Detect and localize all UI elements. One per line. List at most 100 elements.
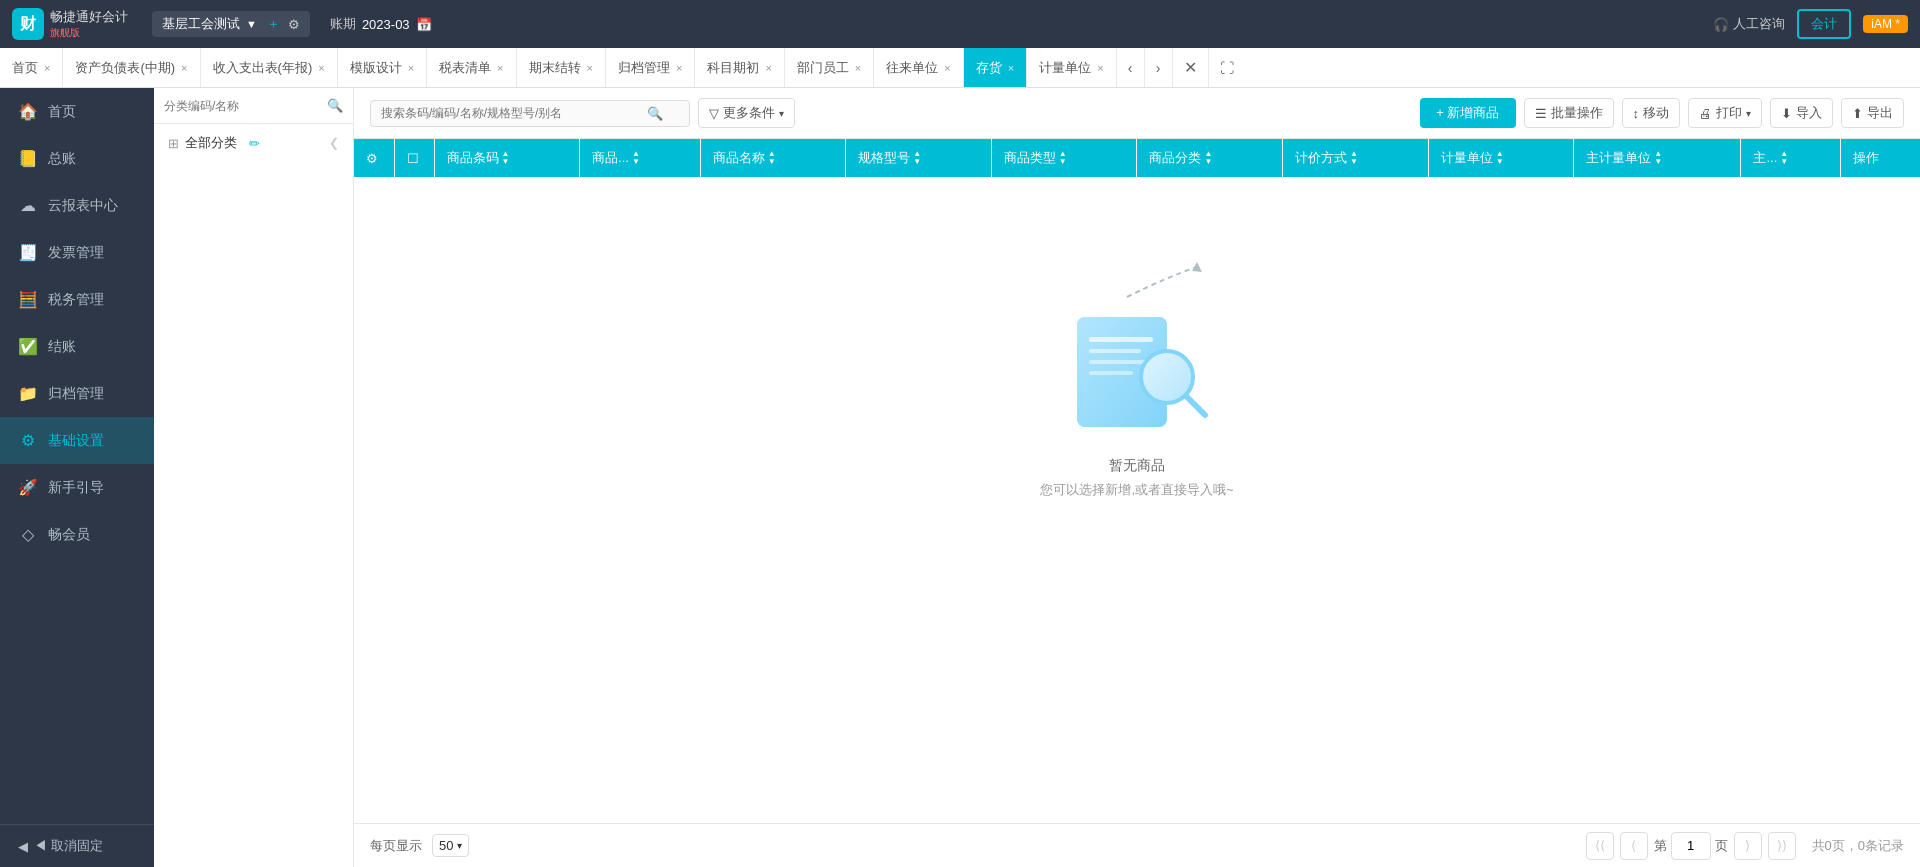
th-price-method[interactable]: 计价方式 ▲▼	[1283, 139, 1429, 177]
tab-close-tax[interactable]: ×	[497, 62, 503, 74]
page-next-btn[interactable]: ⟩	[1734, 832, 1762, 860]
tab-balance-sheet[interactable]: 资产负债表(中期) ×	[63, 48, 200, 87]
tab-close-period[interactable]: ×	[587, 62, 593, 74]
per-page-label: 每页显示	[370, 837, 422, 855]
sort-type[interactable]: ▲▼	[1059, 150, 1067, 166]
sidebar-item-archive[interactable]: 📁 归档管理	[0, 370, 154, 417]
tab-tax-list[interactable]: 税表清单 ×	[427, 48, 516, 87]
page-number-input[interactable]	[1671, 832, 1711, 860]
sort-price[interactable]: ▲▼	[1350, 150, 1358, 166]
print-btn[interactable]: 🖨 打印 ▾	[1688, 98, 1762, 128]
cloud-icon: ☁	[18, 196, 38, 215]
category-search-icon[interactable]: 🔍	[327, 98, 343, 113]
tab-period-transfer[interactable]: 期末结转 ×	[517, 48, 606, 87]
tab-close-inventory[interactable]: ×	[1008, 62, 1014, 74]
sidebar-item-ledger[interactable]: 📒 总账	[0, 135, 154, 182]
th-unit[interactable]: 计量单位 ▲▼	[1428, 139, 1574, 177]
tab-measure-unit[interactable]: 计量单位 ×	[1027, 48, 1116, 87]
tab-close-subject[interactable]: ×	[765, 62, 771, 74]
page-prev-btn[interactable]: ⟨	[1620, 832, 1648, 860]
tab-close-partners[interactable]: ×	[944, 62, 950, 74]
page-last-btn[interactable]: ⟩⟩	[1768, 832, 1796, 860]
th-barcode[interactable]: 商品条码 ▲▼	[434, 139, 580, 177]
sort-name[interactable]: ▲▼	[768, 150, 776, 166]
th-spec[interactable]: 规格型号 ▲▼	[846, 139, 992, 177]
th-checkbox[interactable]: ☐	[394, 139, 434, 177]
th-name[interactable]: 商品名称 ▲▼	[700, 139, 846, 177]
chevron-down-icon: ▾	[779, 108, 784, 119]
sidebar-item-cloud-reports[interactable]: ☁ 云报表中心	[0, 182, 154, 229]
tab-close-dept[interactable]: ×	[855, 62, 861, 74]
tab-close-homepage[interactable]: ×	[44, 62, 50, 74]
export-btn[interactable]: ⬆ 导出	[1841, 98, 1904, 128]
sort-barcode[interactable]: ▲▼	[502, 150, 510, 166]
add-product-btn[interactable]: + 新增商品	[1420, 98, 1515, 128]
top-header: 财 畅捷通好会计 旗舰版 基层工会测试 ▼ ＋ ⚙ 账期 2023-03 📅 🎧…	[0, 0, 1920, 48]
tab-close-measure[interactable]: ×	[1097, 62, 1103, 74]
more-conditions-btn[interactable]: ▽ 更多条件 ▾	[698, 98, 795, 128]
tab-close-balance[interactable]: ×	[181, 62, 187, 74]
sidebar-item-member[interactable]: ◇ 畅会员	[0, 511, 154, 558]
sidebar-unpin-btn[interactable]: ◀ ◀ 取消固定	[0, 824, 154, 867]
settings-icon[interactable]: ⚙	[288, 17, 300, 32]
svg-rect-3	[1089, 349, 1141, 353]
tab-archive[interactable]: 归档管理 ×	[606, 48, 695, 87]
tab-close-income[interactable]: ×	[318, 62, 324, 74]
all-categories-item[interactable]: ⊞ 全部分类 ✏ ❮	[154, 124, 353, 162]
add-icon[interactable]: ＋	[267, 15, 280, 33]
th-main-unit[interactable]: 主计量单位 ▲▼	[1574, 139, 1741, 177]
batch-operations-btn[interactable]: ☰ 批量操作	[1524, 98, 1614, 128]
tab-nav-right[interactable]: ›	[1145, 48, 1173, 87]
headset-icon: 🎧	[1713, 17, 1729, 32]
per-page-select[interactable]: 50 ▾	[432, 834, 469, 857]
tab-dept-staff[interactable]: 部门员工 ×	[785, 48, 874, 87]
customer-service-btn[interactable]: 🎧 人工咨询	[1713, 15, 1785, 33]
sort-code[interactable]: ▲▼	[632, 150, 640, 166]
tab-inventory[interactable]: 存货 ×	[964, 48, 1027, 87]
tab-close-all[interactable]: ✕	[1173, 48, 1209, 87]
search-icon[interactable]: 🔍	[647, 106, 663, 121]
grid-icon: ⊞	[168, 136, 179, 151]
sort-spec[interactable]: ▲▼	[913, 150, 921, 166]
page-first-btn[interactable]: ⟨⟨	[1586, 832, 1614, 860]
sort-unit[interactable]: ▲▼	[1496, 150, 1504, 166]
sidebar-item-guide[interactable]: 🚀 新手引导	[0, 464, 154, 511]
member-icon: ◇	[18, 525, 38, 544]
tab-income-report[interactable]: 收入支出表(年报) ×	[201, 48, 338, 87]
sidebar-item-homepage[interactable]: 🏠 首页	[0, 88, 154, 135]
edit-category-icon[interactable]: ✏	[249, 136, 260, 151]
move-btn[interactable]: ↕ 移动	[1622, 98, 1681, 128]
collapse-category-icon[interactable]: ❮	[329, 136, 339, 150]
tab-close-archive[interactable]: ×	[676, 62, 682, 74]
sort-extra[interactable]: ▲▼	[1780, 150, 1788, 166]
tab-partners[interactable]: 往来单位 ×	[874, 48, 963, 87]
tab-subject-init[interactable]: 科目期初 ×	[695, 48, 784, 87]
category-search-input[interactable]	[164, 99, 321, 113]
guide-icon: 🚀	[18, 478, 38, 497]
th-settings[interactable]: ⚙	[354, 139, 394, 177]
sidebar-item-basic-settings[interactable]: ⚙ 基础设置	[0, 417, 154, 464]
company-selector[interactable]: 基层工会测试 ▼ ＋ ⚙	[152, 11, 310, 37]
sidebar-item-tax[interactable]: 🧮 税务管理	[0, 276, 154, 323]
calendar-icon[interactable]: 📅	[416, 17, 432, 32]
tab-close-template[interactable]: ×	[408, 62, 414, 74]
sidebar-item-closing[interactable]: ✅ 结账	[0, 323, 154, 370]
sort-category[interactable]: ▲▼	[1204, 150, 1212, 166]
th-type[interactable]: 商品类型 ▲▼	[991, 139, 1137, 177]
period-area: 账期 2023-03 📅	[330, 15, 432, 33]
tab-template-design[interactable]: 模版设计 ×	[338, 48, 427, 87]
th-category[interactable]: 商品分类 ▲▼	[1137, 139, 1283, 177]
sort-main-unit[interactable]: ▲▼	[1654, 150, 1662, 166]
sidebar-item-invoice[interactable]: 🧾 发票管理	[0, 229, 154, 276]
tab-expand[interactable]: ⛶	[1209, 48, 1245, 87]
kuaiji-button[interactable]: 会计	[1797, 9, 1851, 39]
tab-homepage[interactable]: 首页 ×	[0, 48, 63, 87]
empty-desc: 您可以选择新增,或者直接导入哦~	[1040, 481, 1233, 499]
import-icon: ⬇	[1781, 106, 1792, 121]
tab-nav-left[interactable]: ‹	[1117, 48, 1145, 87]
th-code[interactable]: 商品... ▲▼	[580, 139, 701, 177]
arrow-left-icon: ◀	[18, 839, 28, 854]
th-extra[interactable]: 主... ▲▼	[1741, 139, 1840, 177]
search-input[interactable]	[381, 106, 641, 120]
import-btn[interactable]: ⬇ 导入	[1770, 98, 1833, 128]
